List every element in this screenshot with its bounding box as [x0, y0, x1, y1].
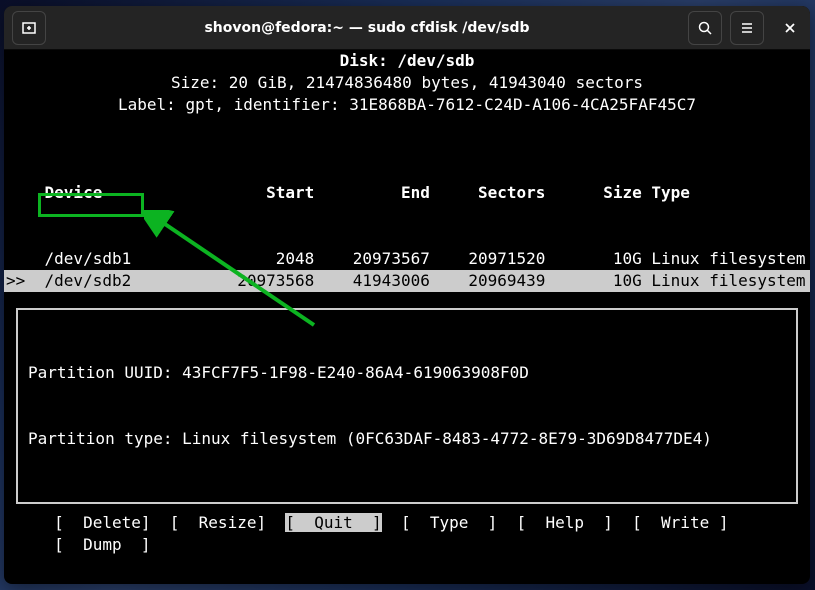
terminal-body[interactable]: Disk: /dev/sdb Size: 20 GiB, 21474836480… — [4, 50, 810, 584]
hamburger-icon — [739, 20, 755, 36]
table-row[interactable]: >> /dev/sdb2 20973568 41943006 20969439 … — [4, 270, 810, 292]
table-header: Device Start End Sectors Size Type — [4, 182, 810, 204]
partition-uuid: Partition UUID: 43FCF7F5-1F98-E240-86A4-… — [28, 362, 786, 384]
menu-bar: [ Delete] [ Resize] [ Quit ] [ Type ] [ … — [4, 512, 810, 556]
menu-help[interactable]: [ Help ] — [517, 513, 613, 532]
titlebar: shovon@fedora:~ — sudo cfdisk /dev/sdb — [4, 6, 810, 50]
menu-type[interactable]: [ Type ] — [401, 513, 497, 532]
label-line: Label: gpt, identifier: 31E868BA-7612-C2… — [4, 94, 810, 116]
search-button[interactable] — [688, 11, 722, 45]
close-button[interactable] — [778, 16, 802, 40]
partition-type: Partition type: Linux filesystem (0FC63D… — [28, 428, 786, 450]
size-line: Size: 20 GiB, 21474836480 bytes, 4194304… — [4, 72, 810, 94]
partition-table: Device Start End Sectors Size Type /dev/… — [4, 138, 810, 336]
menu-delete[interactable]: [ Delete] — [54, 513, 150, 532]
new-tab-button[interactable] — [12, 11, 46, 45]
window-title: shovon@fedora:~ — sudo cfdisk /dev/sdb — [46, 20, 688, 36]
titlebar-right — [688, 11, 802, 45]
search-icon — [697, 20, 713, 36]
disk-line: Disk: /dev/sdb — [4, 50, 810, 72]
terminal-window: shovon@fedora:~ — sudo cfdisk /dev/sdb — [4, 6, 810, 584]
menu-resize[interactable]: [ Resize] — [170, 513, 266, 532]
menu-write[interactable]: [ Write ] — [632, 513, 728, 532]
close-icon — [782, 20, 798, 36]
info-box: Partition UUID: 43FCF7F5-1F98-E240-86A4-… — [16, 308, 798, 504]
new-tab-icon — [21, 20, 37, 36]
menu-button[interactable] — [730, 11, 764, 45]
menu-quit[interactable]: [ Quit ] — [285, 513, 381, 532]
table-row[interactable]: /dev/sdb1 2048 20973567 20971520 10G Lin… — [4, 248, 810, 270]
menu-dump[interactable]: [ Dump ] — [54, 535, 150, 554]
